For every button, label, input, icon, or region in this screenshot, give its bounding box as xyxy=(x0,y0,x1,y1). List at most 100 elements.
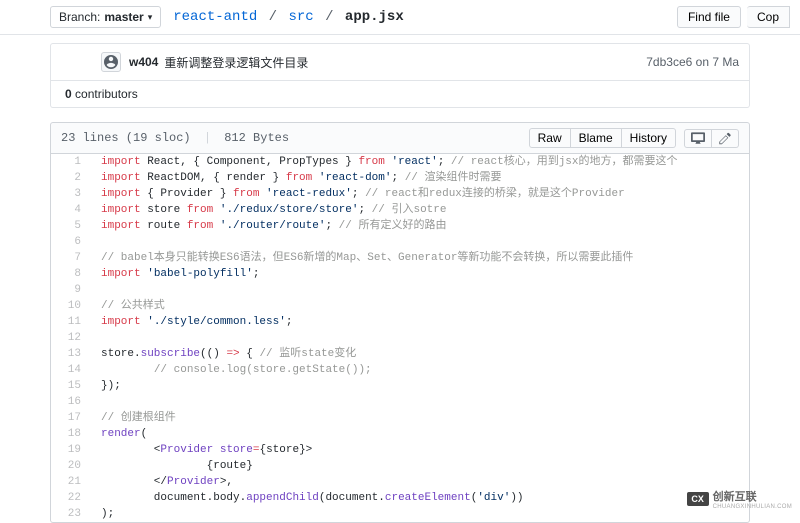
code-line: 14 // console.log(store.getState()); xyxy=(51,362,749,378)
line-number[interactable]: 10 xyxy=(51,298,91,314)
line-number[interactable]: 20 xyxy=(51,458,91,474)
line-content[interactable]: import ReactDOM, { render } from 'react-… xyxy=(91,170,749,186)
code-line: 5import route from './router/route'; // … xyxy=(51,218,749,234)
line-number[interactable]: 1 xyxy=(51,154,91,170)
line-content[interactable]: // 创建根组件 xyxy=(91,410,749,426)
pencil-icon xyxy=(718,132,732,145)
commit-sha[interactable]: 7db3ce6 xyxy=(646,55,692,69)
breadcrumb-file: app.jsx xyxy=(345,9,404,25)
line-number[interactable]: 3 xyxy=(51,186,91,202)
code-line: 11import './style/common.less'; xyxy=(51,314,749,330)
code-line: 15}); xyxy=(51,378,749,394)
code-line: 19 <Provider store={store}> xyxy=(51,442,749,458)
line-content[interactable]: import route from './router/route'; // 所… xyxy=(91,218,749,234)
divider: | xyxy=(204,131,211,145)
line-number[interactable]: 17 xyxy=(51,410,91,426)
line-number[interactable]: 6 xyxy=(51,234,91,250)
watermark: CX 创新互联 CHUANGXINHULIAN.COM xyxy=(687,488,792,510)
file-lines: 23 lines (19 sloc) xyxy=(61,131,191,145)
blame-button[interactable]: Blame xyxy=(571,128,622,148)
line-content[interactable]: // 公共样式 xyxy=(91,298,749,314)
line-number[interactable]: 15 xyxy=(51,378,91,394)
breadcrumb-sep: / xyxy=(269,9,277,25)
line-number[interactable]: 7 xyxy=(51,250,91,266)
code-line: 6 xyxy=(51,234,749,250)
line-content[interactable]: import './style/common.less'; xyxy=(91,314,749,330)
breadcrumb-dir[interactable]: src xyxy=(288,9,313,25)
code-line: 13store.subscribe(() => { // 监听state变化 xyxy=(51,346,749,362)
line-number[interactable]: 13 xyxy=(51,346,91,362)
line-number[interactable]: 18 xyxy=(51,426,91,442)
code-area[interactable]: 1import React, { Component, PropTypes } … xyxy=(50,154,750,523)
edit-button[interactable] xyxy=(712,129,739,148)
line-content[interactable]: import store from './redux/store/store';… xyxy=(91,202,749,218)
line-number[interactable]: 5 xyxy=(51,218,91,234)
line-content[interactable] xyxy=(91,282,749,298)
line-content[interactable] xyxy=(91,330,749,346)
contributors-count: 0 xyxy=(65,87,72,101)
find-file-button[interactable]: Find file xyxy=(677,6,741,28)
line-content[interactable]: {route} xyxy=(91,458,749,474)
commit-meta: 7db3ce6 on 7 Ma xyxy=(646,55,739,69)
raw-button[interactable]: Raw xyxy=(529,128,571,148)
line-number[interactable]: 9 xyxy=(51,282,91,298)
code-line: 12 xyxy=(51,330,749,346)
breadcrumb-sep: / xyxy=(325,9,333,25)
avatar[interactable] xyxy=(101,52,121,72)
line-content[interactable]: import React, { Component, PropTypes } f… xyxy=(91,154,749,170)
commit-author[interactable]: w404 xyxy=(129,55,158,69)
line-content[interactable] xyxy=(91,234,749,250)
file-action-group: Raw Blame History xyxy=(529,128,676,148)
line-number[interactable]: 8 xyxy=(51,266,91,282)
code-line: 21 </Provider>, xyxy=(51,474,749,490)
code-line: 23); xyxy=(51,506,749,522)
line-content[interactable] xyxy=(91,394,749,410)
code-line: 7// babel本身只能转换ES6语法，但ES6新增的Map、Set、Gene… xyxy=(51,250,749,266)
branch-selector[interactable]: Branch: master ▾ xyxy=(50,6,161,28)
line-content[interactable]: </Provider>, xyxy=(91,474,749,490)
line-number[interactable]: 23 xyxy=(51,506,91,522)
code-line: 17// 创建根组件 xyxy=(51,410,749,426)
copy-path-button[interactable]: Cop xyxy=(747,6,790,28)
line-number[interactable]: 16 xyxy=(51,394,91,410)
code-line: 2import ReactDOM, { render } from 'react… xyxy=(51,170,749,186)
watermark-brand: 创新互联 xyxy=(713,488,792,504)
line-content[interactable]: import { Provider } from 'react-redux'; … xyxy=(91,186,749,202)
line-number[interactable]: 21 xyxy=(51,474,91,490)
line-content[interactable]: // console.log(store.getState()); xyxy=(91,362,749,378)
file-header: 23 lines (19 sloc) | 812 Bytes Raw Blame… xyxy=(50,122,750,154)
breadcrumb-repo[interactable]: react-antd xyxy=(173,9,257,25)
line-content[interactable]: import 'babel-polyfill'; xyxy=(91,266,749,282)
code-line: 9 xyxy=(51,282,749,298)
desktop-icon xyxy=(691,132,705,145)
line-number[interactable]: 2 xyxy=(51,170,91,186)
file-path-header: Branch: master ▾ react-antd / src / app.… xyxy=(0,0,800,35)
line-number[interactable]: 11 xyxy=(51,314,91,330)
code-line: 10// 公共样式 xyxy=(51,298,749,314)
contributors-label: contributors xyxy=(75,87,138,101)
line-content[interactable]: render( xyxy=(91,426,749,442)
user-icon xyxy=(104,55,118,69)
commit-date: on 7 Ma xyxy=(696,55,739,69)
commit-message[interactable]: 重新调整登录逻辑文件目录 xyxy=(164,54,308,71)
code-line: 20 {route} xyxy=(51,458,749,474)
line-content[interactable]: ); xyxy=(91,506,749,522)
line-number[interactable]: 12 xyxy=(51,330,91,346)
line-number[interactable]: 19 xyxy=(51,442,91,458)
line-number[interactable]: 14 xyxy=(51,362,91,378)
watermark-sub: CHUANGXINHULIAN.COM xyxy=(713,504,792,510)
line-content[interactable]: }); xyxy=(91,378,749,394)
line-number[interactable]: 4 xyxy=(51,202,91,218)
file-actions: Raw Blame History xyxy=(529,128,739,148)
line-content[interactable]: <Provider store={store}> xyxy=(91,442,749,458)
code-table: 1import React, { Component, PropTypes } … xyxy=(51,154,749,522)
code-line: 18render( xyxy=(51,426,749,442)
header-actions: Find file Cop xyxy=(677,6,790,28)
history-button[interactable]: History xyxy=(622,128,676,148)
line-content[interactable]: document.body.appendChild(document.creat… xyxy=(91,490,749,506)
line-number[interactable]: 22 xyxy=(51,490,91,506)
line-content[interactable]: store.subscribe(() => { // 监听state变化 xyxy=(91,346,749,362)
line-content[interactable]: // babel本身只能转换ES6语法，但ES6新增的Map、Set、Gener… xyxy=(91,250,749,266)
code-line: 22 document.body.appendChild(document.cr… xyxy=(51,490,749,506)
desktop-button[interactable] xyxy=(684,129,712,148)
